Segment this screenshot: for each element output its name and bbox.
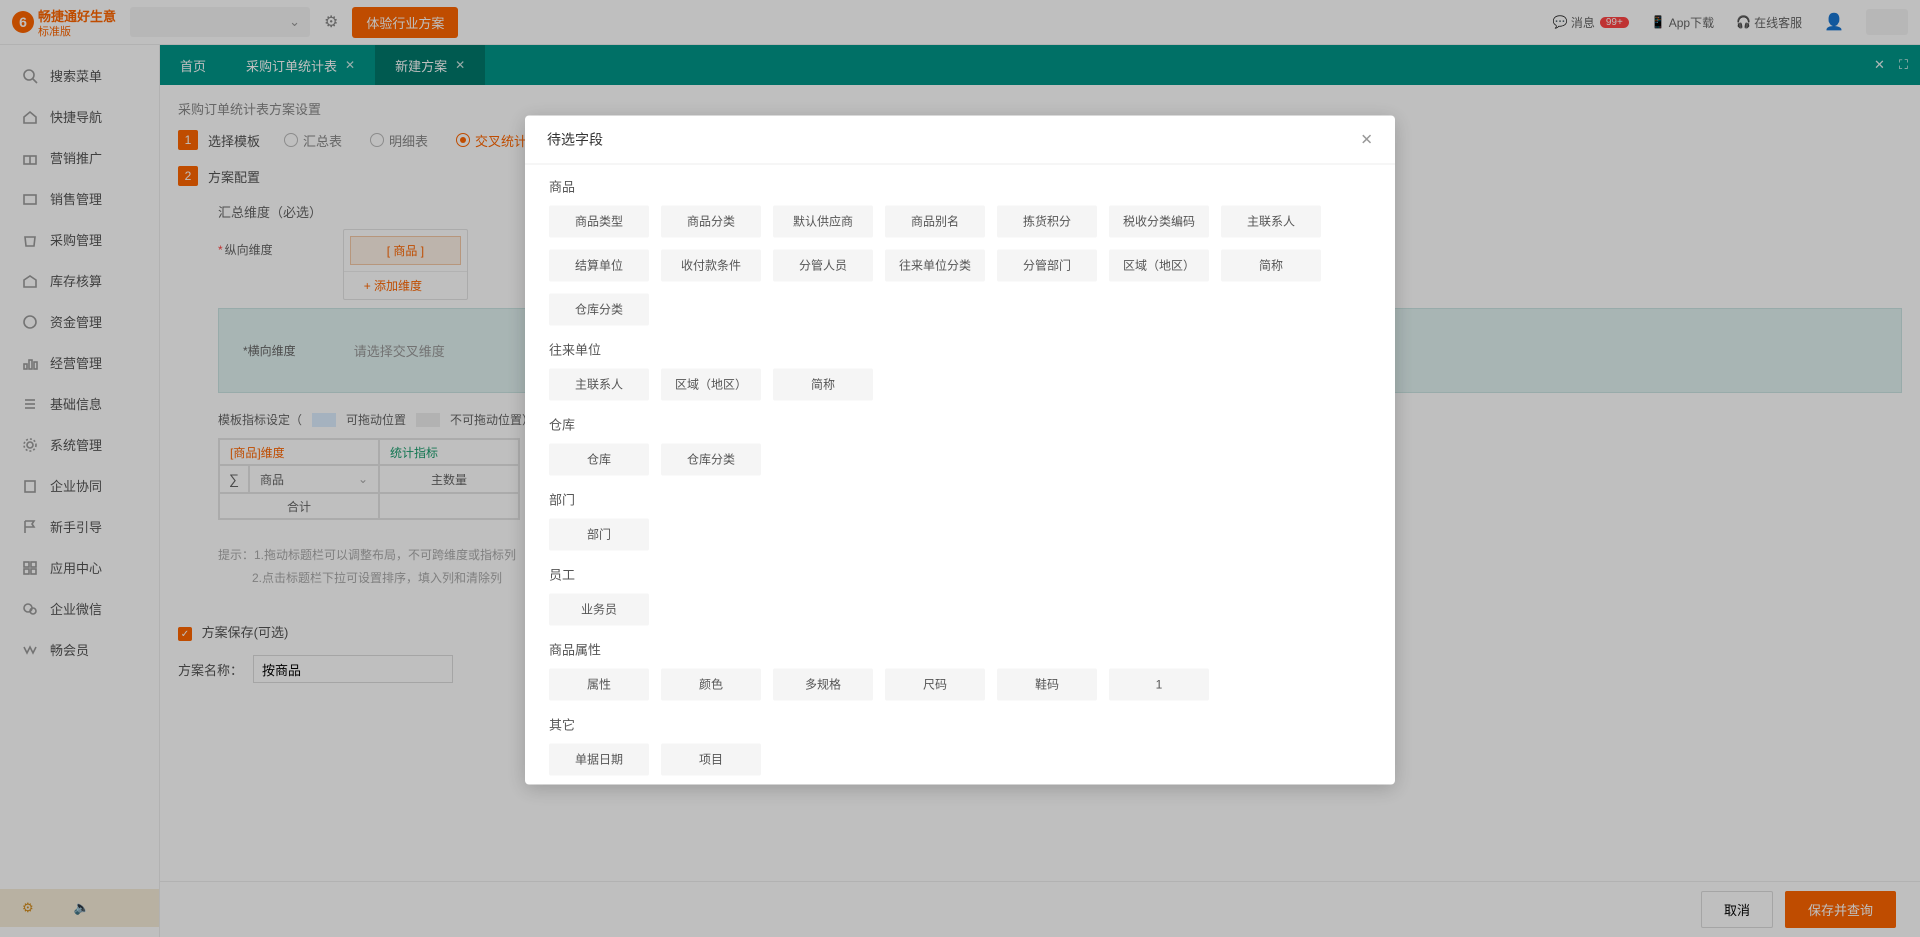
modal-close-button[interactable]: ✕ xyxy=(1360,130,1373,148)
field-chip[interactable]: 税收分类编码 xyxy=(1109,205,1209,237)
field-chip[interactable]: 主联系人 xyxy=(549,368,649,400)
modal-body: 商品商品类型商品分类默认供应商商品别名拣货积分税收分类编码主联系人结算单位收付款… xyxy=(525,164,1395,784)
field-group-title: 员工 xyxy=(549,564,1371,583)
field-group: 其它单据日期项目 xyxy=(549,714,1371,775)
field-chip[interactable]: 颜色 xyxy=(661,668,761,700)
field-chip[interactable]: 分管人员 xyxy=(773,249,873,281)
field-chip[interactable]: 多规格 xyxy=(773,668,873,700)
field-chip[interactable]: 鞋码 xyxy=(997,668,1097,700)
field-chip[interactable]: 业务员 xyxy=(549,593,649,625)
field-chip[interactable]: 商品类型 xyxy=(549,205,649,237)
field-group: 商品商品类型商品分类默认供应商商品别名拣货积分税收分类编码主联系人结算单位收付款… xyxy=(549,176,1371,325)
field-chip[interactable]: 商品分类 xyxy=(661,205,761,237)
field-group-title: 部门 xyxy=(549,489,1371,508)
field-chip[interactable]: 部门 xyxy=(549,518,649,550)
field-chip[interactable]: 商品别名 xyxy=(885,205,985,237)
field-group-title: 其它 xyxy=(549,714,1371,733)
field-group: 员工业务员 xyxy=(549,564,1371,625)
field-group-title: 仓库 xyxy=(549,414,1371,433)
field-chip[interactable]: 项目 xyxy=(661,743,761,775)
field-chip[interactable]: 1 xyxy=(1109,668,1209,700)
modal-title: 待选字段 xyxy=(547,129,603,149)
field-group: 部门部门 xyxy=(549,489,1371,550)
field-chip[interactable]: 分管部门 xyxy=(997,249,1097,281)
field-chip[interactable]: 区域（地区） xyxy=(661,368,761,400)
field-chip[interactable]: 拣货积分 xyxy=(997,205,1097,237)
field-chip[interactable]: 结算单位 xyxy=(549,249,649,281)
field-group-title: 往来单位 xyxy=(549,339,1371,358)
field-chip[interactable]: 仓库 xyxy=(549,443,649,475)
field-chip[interactable]: 尺码 xyxy=(885,668,985,700)
field-chip[interactable]: 默认供应商 xyxy=(773,205,873,237)
field-chip[interactable]: 仓库分类 xyxy=(661,443,761,475)
field-picker-modal: 待选字段 ✕ 商品商品类型商品分类默认供应商商品别名拣货积分税收分类编码主联系人… xyxy=(525,115,1395,784)
field-chip[interactable]: 往来单位分类 xyxy=(885,249,985,281)
field-chip[interactable]: 简称 xyxy=(1221,249,1321,281)
field-chip[interactable]: 简称 xyxy=(773,368,873,400)
field-group: 往来单位主联系人区域（地区） 简称 xyxy=(549,339,1371,400)
field-group: 仓库仓库仓库分类 xyxy=(549,414,1371,475)
field-chip[interactable]: 区域（地区） xyxy=(1109,249,1209,281)
field-chip[interactable]: 属性 xyxy=(549,668,649,700)
field-group-title: 商品 xyxy=(549,176,1371,195)
field-chip[interactable]: 单据日期 xyxy=(549,743,649,775)
field-chip[interactable]: 收付款条件 xyxy=(661,249,761,281)
field-group-title: 商品属性 xyxy=(549,639,1371,658)
field-chip[interactable]: 主联系人 xyxy=(1221,205,1321,237)
field-chip[interactable]: 仓库分类 xyxy=(549,293,649,325)
field-group: 商品属性属性颜色多规格尺码鞋码 1 xyxy=(549,639,1371,700)
